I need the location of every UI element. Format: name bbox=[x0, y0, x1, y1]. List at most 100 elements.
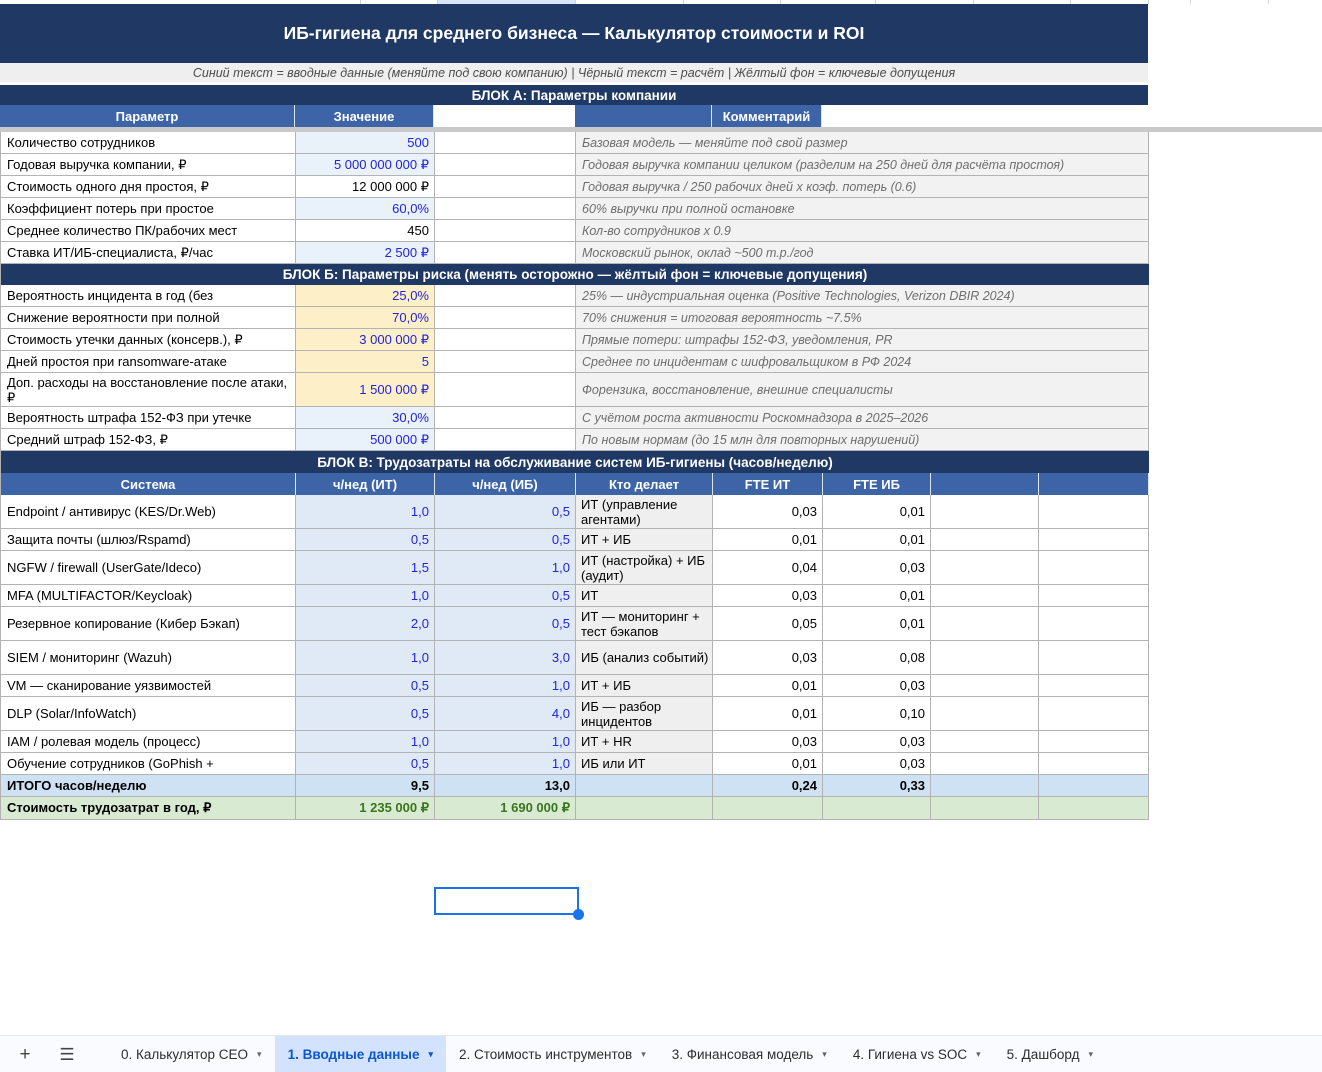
fte-ib-cell: 0,03 bbox=[823, 731, 931, 753]
table-row: VM — сканирование уязвимостей 0,5 1,0 ИТ + … bbox=[1, 675, 1149, 697]
hours-ib-cell[interactable]: 1,0 bbox=[435, 675, 576, 697]
param-comment: Кол-во сотрудников x 0.9 bbox=[576, 220, 1149, 242]
param-label: Стоимость одного дня простоя, ₽ bbox=[1, 176, 296, 198]
hours-ib-cell[interactable]: 3,0 bbox=[435, 641, 576, 675]
hours-ib-cell[interactable]: 4,0 bbox=[435, 697, 576, 731]
hours-it-cell[interactable]: 2,0 bbox=[296, 607, 435, 641]
param-value-cell[interactable]: 500 000 ₽ bbox=[296, 429, 435, 451]
param-value-cell[interactable]: 30,0% bbox=[296, 407, 435, 429]
all-sheets-menu-icon[interactable]: ☰ bbox=[52, 1036, 82, 1072]
sheet-tab-label: 5. Дашборд bbox=[1006, 1047, 1080, 1062]
spacer-cell bbox=[435, 307, 576, 329]
tab-dropdown-caret-icon[interactable]: ▾ bbox=[641, 1049, 646, 1060]
param-value-cell[interactable]: 60,0% bbox=[296, 198, 435, 220]
who-does-cell: ИТ + ИБ bbox=[576, 675, 713, 697]
empty-cell bbox=[931, 607, 1039, 641]
sheet-tab-0[interactable]: 0. Калькулятор CEO ▾ bbox=[108, 1036, 275, 1072]
table-row: Снижение вероятности при полной 70,0% 70% … bbox=[1, 307, 1149, 329]
hours-it-cell[interactable]: 1,0 bbox=[296, 585, 435, 607]
sheet-tab-2[interactable]: 2. Стоимость инструментов ▾ bbox=[446, 1036, 659, 1072]
hours-it-cell[interactable]: 1,0 bbox=[296, 495, 435, 529]
param-value-cell[interactable]: 25,0% bbox=[296, 285, 435, 307]
spreadsheet-view: ИБ-гигиена для среднего бизнеса — Кальку… bbox=[0, 0, 1322, 1072]
param-comment: Прямые потери: штрафы 152-ФЗ, уведомлени… bbox=[576, 329, 1149, 351]
hours-it-cell[interactable]: 0,5 bbox=[296, 753, 435, 775]
param-value-cell[interactable]: 2 500 ₽ bbox=[296, 242, 435, 264]
tab-dropdown-caret-icon[interactable]: ▾ bbox=[1088, 1049, 1093, 1060]
table-row: MFA (MULTIFACTOR/Keycloak) 1,0 0,5 ИТ 0,03 0,… bbox=[1, 585, 1149, 607]
hours-ib-cell[interactable]: 1,0 bbox=[435, 551, 576, 585]
tab-dropdown-caret-icon[interactable]: ▾ bbox=[257, 1049, 262, 1060]
system-label: Защита почты (шлюз/Rspamd) bbox=[1, 529, 296, 551]
hours-ib-cell[interactable]: 1,0 bbox=[435, 753, 576, 775]
fte-it-cell: 0,01 bbox=[713, 529, 823, 551]
hours-ib-cell[interactable]: 0,5 bbox=[435, 607, 576, 641]
param-label: Среднее количество ПК/рабочих мест bbox=[1, 220, 296, 242]
param-label: Количество сотрудников bbox=[1, 132, 296, 154]
hours-it-cell[interactable]: 0,5 bbox=[296, 675, 435, 697]
cost-label: Стоимость трудозатрат в год, ₽ bbox=[1, 797, 296, 820]
hours-it-cell[interactable]: 1,0 bbox=[296, 641, 435, 675]
spacer-cell bbox=[435, 220, 576, 242]
empty-cell bbox=[931, 495, 1039, 529]
spacer-cell bbox=[435, 407, 576, 429]
table-row: Доп. расходы на восстановление после ата… bbox=[1, 373, 1149, 407]
tab-dropdown-caret-icon[interactable]: ▾ bbox=[822, 1049, 827, 1060]
param-value-cell[interactable]: 5 000 000 000 ₽ bbox=[296, 154, 435, 176]
param-value-cell[interactable]: 70,0% bbox=[296, 307, 435, 329]
tab-dropdown-caret-icon[interactable]: ▾ bbox=[428, 1049, 433, 1060]
table-row: DLP (Solar/InfoWatch) 0,5 4,0 ИБ — разбор и… bbox=[1, 697, 1149, 731]
block-b-header: БЛОК Б: Параметры риска (менять осторожн… bbox=[1, 264, 1149, 285]
spacer-cell bbox=[435, 198, 576, 220]
empty-cell bbox=[1039, 641, 1149, 675]
fte-it-cell: 0,03 bbox=[713, 731, 823, 753]
param-comment: 70% снижения = итоговая вероятность ~7.5… bbox=[576, 307, 1149, 329]
param-value-cell[interactable]: 12 000 000 ₽ bbox=[296, 176, 435, 198]
empty-cell bbox=[1039, 607, 1149, 641]
param-value-cell[interactable]: 5 bbox=[296, 351, 435, 373]
hours-it-cell[interactable]: 0,5 bbox=[296, 529, 435, 551]
block-a-rows: Количество сотрудников 500 Базовая модель … bbox=[1, 132, 1149, 264]
sheet-tab-label: 0. Калькулятор CEO bbox=[121, 1047, 249, 1062]
fte-ib-cell: 0,01 bbox=[823, 529, 931, 551]
empty-cell bbox=[1039, 697, 1149, 731]
add-sheet-icon[interactable]: + bbox=[10, 1036, 40, 1072]
param-value-cell[interactable]: 1 500 000 ₽ bbox=[296, 373, 435, 407]
empty-cell bbox=[931, 731, 1039, 753]
system-label: VM — сканирование уязвимостей bbox=[1, 675, 296, 697]
param-comment: С учётом роста активности Роскомнадзора … bbox=[576, 407, 1149, 429]
who-does-cell: ИБ или ИТ bbox=[576, 753, 713, 775]
sheet-tab-3[interactable]: 3. Финансовая модель ▾ bbox=[659, 1036, 840, 1072]
param-comment: Годовая выручка / 250 рабочих дней x коэ… bbox=[576, 176, 1149, 198]
empty-cell bbox=[931, 585, 1039, 607]
tab-dropdown-caret-icon[interactable]: ▾ bbox=[976, 1049, 981, 1060]
hours-it-cell[interactable]: 1,0 bbox=[296, 731, 435, 753]
column-header-value: Значение bbox=[295, 105, 434, 127]
sheet-tab-bar: + ☰ 0. Калькулятор CEO ▾ 1. Вводные данные… bbox=[0, 1035, 1322, 1072]
empty-cell bbox=[931, 641, 1039, 675]
spacer-cell bbox=[435, 285, 576, 307]
fte-ib-cell: 0,01 bbox=[823, 585, 931, 607]
sheet-title: ИБ-гигиена для среднего бизнеса — Кальку… bbox=[0, 4, 1148, 63]
hours-ib-cell[interactable]: 0,5 bbox=[435, 585, 576, 607]
hours-it-cell[interactable]: 0,5 bbox=[296, 697, 435, 731]
param-value-cell[interactable]: 500 bbox=[296, 132, 435, 154]
fte-ib-cell: 0,03 bbox=[823, 675, 931, 697]
calculator-table: Количество сотрудников 500 Базовая модель … bbox=[0, 132, 1149, 820]
column-header-blank-blue bbox=[575, 105, 712, 127]
fill-handle[interactable] bbox=[573, 909, 584, 920]
sheet-tab-4[interactable]: 4. Гигиена vs SOC ▾ bbox=[840, 1036, 994, 1072]
hours-ib-cell[interactable]: 0,5 bbox=[435, 529, 576, 551]
sheet-tab-1[interactable]: 1. Вводные данные ▾ bbox=[274, 1036, 446, 1072]
fte-it-cell: 0,01 bbox=[713, 675, 823, 697]
block-c-header: БЛОК В: Трудозатраты на обслуживание сис… bbox=[1, 451, 1149, 473]
param-value-cell[interactable]: 450 bbox=[296, 220, 435, 242]
table-row: Защита почты (шлюз/Rspamd) 0,5 0,5 ИТ + ИБ 0… bbox=[1, 529, 1149, 551]
selected-cell-outline[interactable] bbox=[434, 887, 579, 915]
hours-it-cell[interactable]: 1,5 bbox=[296, 551, 435, 585]
hours-ib-cell[interactable]: 1,0 bbox=[435, 731, 576, 753]
param-value-cell[interactable]: 3 000 000 ₽ bbox=[296, 329, 435, 351]
hours-ib-cell[interactable]: 0,5 bbox=[435, 495, 576, 529]
sheet-tab-5[interactable]: 5. Дашборд ▾ bbox=[994, 1036, 1106, 1072]
spacer-cell bbox=[435, 242, 576, 264]
